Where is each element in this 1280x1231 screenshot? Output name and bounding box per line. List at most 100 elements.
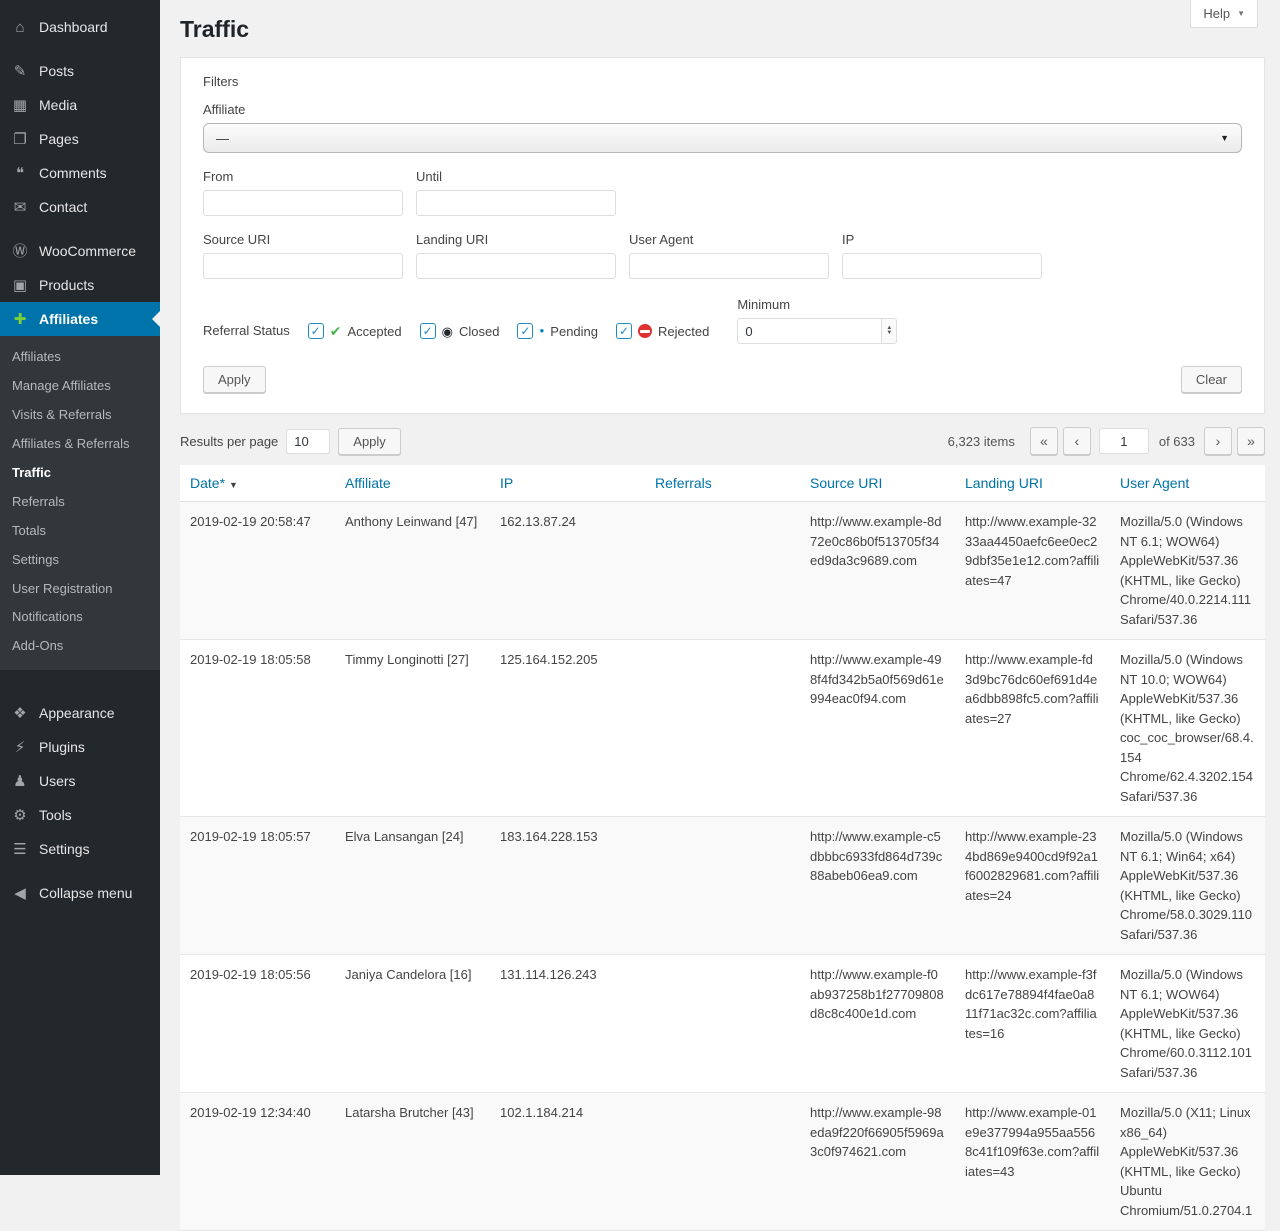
sidebar-subitem-visits-referrals[interactable]: Visits & Referrals bbox=[0, 401, 160, 430]
main-content: Help ▼ Traffic Filters Affiliate — ▼ Fro… bbox=[160, 0, 1280, 1231]
sidebar-item-dashboard[interactable]: ⌂ Dashboard bbox=[0, 10, 160, 44]
per-page-input[interactable] bbox=[286, 428, 331, 454]
status-closed-group: ✓ ◉ Closed bbox=[419, 323, 499, 344]
cell-ip: 162.13.87.24 bbox=[490, 501, 645, 640]
table-row: 2019-02-19 18:05:58 Timmy Longinotti [27… bbox=[180, 639, 1265, 817]
sidebar-separator bbox=[0, 224, 160, 234]
sidebar-item-comments[interactable]: ❝ Comments bbox=[0, 156, 160, 190]
cell-affiliate: Elva Lansangan [24] bbox=[335, 816, 490, 955]
accepted-icon: ✔ bbox=[329, 323, 342, 339]
sidebar-item-collapse-menu[interactable]: ◀ Collapse menu bbox=[0, 876, 160, 910]
collapse-icon: ◀ bbox=[14, 884, 26, 902]
affiliates-submenu: Affiliates Manage Affiliates Visits & Re… bbox=[0, 336, 160, 671]
cell-ip: 183.164.228.153 bbox=[490, 816, 645, 955]
pending-checkbox[interactable]: ✓ bbox=[517, 323, 534, 339]
column-header-user-agent[interactable]: User Agent bbox=[1120, 475, 1189, 491]
sidebar-subitem-notifications[interactable]: Notifications bbox=[0, 603, 160, 632]
sidebar-item-plugins[interactable]: ⚡ Plugins bbox=[0, 730, 160, 764]
first-page-button[interactable]: « bbox=[1029, 427, 1058, 455]
closed-checkbox[interactable]: ✓ bbox=[419, 323, 436, 339]
sidebar-subitem-add-ons[interactable]: Add-Ons bbox=[0, 632, 160, 661]
sidebar-item-media[interactable]: ▦ Media bbox=[0, 88, 160, 122]
settings-icon: ☰ bbox=[13, 840, 27, 858]
last-page-button[interactable]: » bbox=[1237, 427, 1265, 455]
cell-source-uri: http://www.example-c5dbbbc6933fd864d739c… bbox=[800, 816, 955, 955]
sidebar-subitem-user-registration[interactable]: User Registration bbox=[0, 575, 160, 604]
landing-uri-input[interactable] bbox=[416, 253, 616, 279]
ip-input[interactable] bbox=[842, 253, 1042, 279]
sidebar-item-label: Users bbox=[39, 773, 76, 790]
help-button[interactable]: Help ▼ bbox=[1190, 0, 1258, 28]
source-uri-input[interactable] bbox=[203, 253, 403, 279]
affiliate-select[interactable]: — ▼ bbox=[203, 123, 1242, 153]
table-row: 2019-02-19 18:05:57 Elva Lansangan [24] … bbox=[180, 816, 1265, 955]
until-label: Until bbox=[416, 169, 443, 184]
sidebar-item-label: Appearance bbox=[39, 705, 115, 722]
sidebar-item-posts[interactable]: ✎ Posts bbox=[0, 54, 160, 88]
pending-icon: ● bbox=[539, 326, 545, 335]
cell-affiliate: Latarsha Brutcher [43] bbox=[335, 1092, 490, 1231]
from-label: From bbox=[203, 169, 234, 184]
column-header-affiliate[interactable]: Affiliate bbox=[345, 475, 391, 491]
cell-landing-uri: http://www.example-f3fdc617e78894f4fae0a… bbox=[955, 954, 1110, 1093]
cell-landing-uri: http://www.example-fd3d9bc76dc60ef691d4e… bbox=[955, 639, 1110, 817]
sidebar-subitem-referrals[interactable]: Referrals bbox=[0, 488, 160, 517]
sidebar-item-affiliates[interactable]: ✚ Affiliates bbox=[0, 302, 160, 336]
clear-filters-button[interactable]: Clear bbox=[1180, 366, 1242, 393]
sidebar-subitem-traffic[interactable]: Traffic bbox=[0, 459, 160, 488]
affiliate-label: Affiliate bbox=[203, 102, 246, 117]
sidebar-item-contact[interactable]: ✉ Contact bbox=[0, 190, 160, 224]
apply-filters-button[interactable]: Apply bbox=[203, 366, 266, 393]
sidebar-item-woocommerce[interactable]: Ⓦ WooCommerce bbox=[0, 234, 160, 268]
cell-referrals bbox=[645, 501, 800, 640]
prev-page-button[interactable]: ‹ bbox=[1062, 427, 1091, 455]
sidebar-subitem-manage-affiliates[interactable]: Manage Affiliates bbox=[0, 372, 160, 401]
column-header-date[interactable]: Date* ▼ bbox=[190, 475, 238, 491]
affiliates-icon: ✚ bbox=[13, 310, 27, 328]
products-icon: ▣ bbox=[12, 276, 28, 294]
cell-user-agent: Mozilla/5.0 (Windows NT 6.1; Win64; x64)… bbox=[1110, 816, 1265, 955]
cell-source-uri: http://www.example-498f4fd342b5a0f569d61… bbox=[800, 639, 955, 817]
sidebar-subitem-totals[interactable]: Totals bbox=[0, 517, 160, 546]
sidebar-subitem-affiliates-referrals[interactable]: Affiliates & Referrals bbox=[0, 430, 160, 459]
ip-label: IP bbox=[842, 232, 855, 247]
sidebar-subitem-affiliates[interactable]: Affiliates bbox=[0, 343, 160, 372]
appearance-icon: ❖ bbox=[13, 704, 27, 722]
column-header-landing-uri[interactable]: Landing URI bbox=[965, 475, 1043, 491]
column-header-label: Landing URI bbox=[965, 475, 1043, 491]
sidebar-item-appearance[interactable]: ❖ Appearance bbox=[0, 696, 160, 730]
until-input[interactable] bbox=[416, 190, 616, 216]
spinner-down-icon[interactable]: ▼ bbox=[886, 330, 892, 336]
sidebar-item-users[interactable]: ♟ Users bbox=[0, 764, 160, 798]
sidebar-item-products[interactable]: ▣ Products bbox=[0, 268, 160, 302]
plugins-icon: ⚡ bbox=[14, 738, 26, 756]
number-spinner[interactable]: ▲ ▼ bbox=[881, 319, 897, 343]
filters-panel: Filters Affiliate — ▼ From Until Source … bbox=[180, 57, 1265, 414]
media-icon: ▦ bbox=[12, 96, 28, 114]
chevron-down-icon: ▼ bbox=[1220, 133, 1229, 143]
from-input[interactable] bbox=[203, 190, 403, 216]
sidebar-item-pages[interactable]: ❐ Pages bbox=[0, 122, 160, 156]
column-header-ip[interactable]: IP bbox=[500, 475, 513, 491]
column-header-referrals[interactable]: Referrals bbox=[655, 475, 712, 491]
column-header-label: IP bbox=[500, 475, 514, 491]
next-page-button[interactable]: › bbox=[1204, 427, 1232, 455]
results-bar: Results per page Apply 6,323 items « ‹ o… bbox=[180, 427, 1265, 455]
sidebar-item-tools[interactable]: ⚙ Tools bbox=[0, 798, 160, 832]
user-agent-input[interactable] bbox=[629, 253, 829, 279]
column-header-label: Referrals bbox=[655, 475, 712, 491]
column-header-label: User Agent bbox=[1120, 475, 1190, 491]
column-header-label: Date* bbox=[190, 475, 226, 491]
rejected-checkbox[interactable]: ✓ bbox=[616, 323, 633, 339]
status-accepted-group: ✓ ✔ Accepted bbox=[307, 323, 402, 344]
sidebar-subitem-settings[interactable]: Settings bbox=[0, 546, 160, 575]
current-page-input[interactable] bbox=[1098, 428, 1149, 454]
referral-status-label: Referral Status bbox=[203, 323, 290, 338]
apply-per-page-button[interactable]: Apply bbox=[338, 427, 401, 455]
column-header-source-uri[interactable]: Source URI bbox=[810, 475, 882, 491]
accepted-checkbox[interactable]: ✓ bbox=[307, 323, 324, 339]
cell-affiliate: Timmy Longinotti [27] bbox=[335, 639, 490, 817]
rejected-icon bbox=[638, 324, 653, 338]
sidebar-item-settings[interactable]: ☰ Settings bbox=[0, 832, 160, 866]
minimum-input[interactable] bbox=[737, 318, 898, 344]
